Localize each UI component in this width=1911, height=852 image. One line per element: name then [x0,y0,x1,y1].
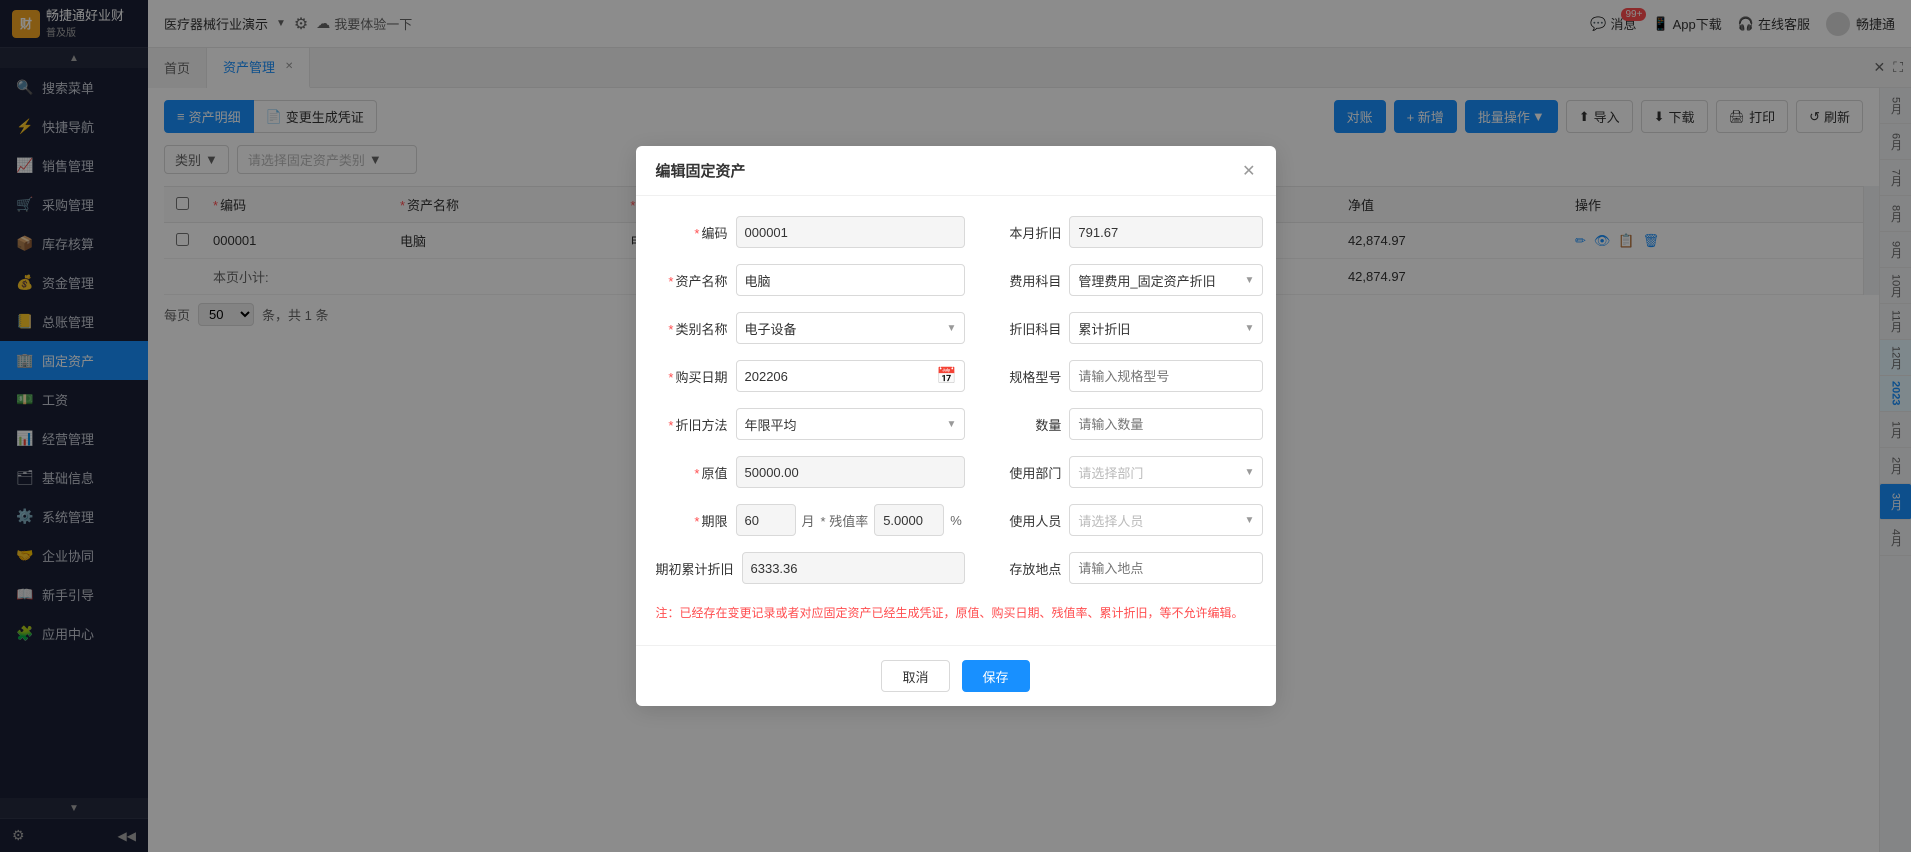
original-value-input[interactable] [736,456,966,488]
dep-account-select[interactable]: 累计折旧 ▼ [1069,312,1263,344]
dep-method-arrow: ▼ [947,419,957,430]
quantity-label: 数量 [989,415,1061,434]
form-item-initial-dep: 期初累计折旧 [656,552,966,584]
form-item-original-value: *原值 [656,456,966,488]
salvage-rate-star: * 残值率 [821,511,869,530]
modal-title: 编辑固定资产 [656,160,746,181]
form-item-period: *期限 月 * 残值率 % [656,504,966,536]
form-item-name: *资产名称 [656,264,966,296]
user-label: 使用人员 [989,511,1061,530]
period-unit-label: 月 [802,511,815,530]
dep-account-arrow: ▼ [1245,323,1255,334]
monthly-dep-label: 本月折旧 [989,223,1061,242]
initial-dep-input[interactable] [742,552,966,584]
form-item-dep-method: *折旧方法 年限平均 ▼ [656,408,966,440]
purchase-date-input[interactable] [737,369,929,384]
form-item-monthly-dep: 本月折旧 [989,216,1263,248]
department-label: 使用部门 [989,463,1061,482]
category-label: *类别名称 [656,319,728,338]
original-value-label: *原值 [656,463,728,482]
edit-fixed-asset-modal: 编辑固定资产 ✕ *编码 本月折旧 [636,146,1276,706]
department-arrow: ▼ [1245,467,1255,478]
form-grid: *编码 本月折旧 *资产名称 费用科 [656,216,1256,625]
form-item-spec: 规格型号 [989,360,1263,392]
initial-dep-label: 期初累计折旧 [656,559,734,578]
cancel-button[interactable]: 取消 [881,660,949,692]
expense-account-label: 费用科目 [989,271,1061,290]
spec-input[interactable] [1069,360,1263,392]
modal-footer: 取消 保存 [636,645,1276,706]
period-inline: 月 * 残值率 % [736,504,966,536]
period-label: *期限 [656,511,728,530]
form-item-department: 使用部门 请选择部门 ▼ [989,456,1263,488]
dep-method-label: *折旧方法 [656,415,728,434]
form-item-code: *编码 [656,216,966,248]
salvage-rate-unit: % [950,513,962,528]
form-note: 注：已经存在变更记录或者对应固定资产已经生成凭证，原值、购买日期、残值率、累计折… [656,600,1264,625]
asset-name-label: *资产名称 [656,271,728,290]
user-arrow: ▼ [1245,515,1255,526]
salvage-rate-input[interactable] [874,504,944,536]
code-label: *编码 [656,223,728,242]
expense-account-arrow: ▼ [1245,275,1255,286]
form-item-category: *类别名称 电子设备 ▼ [656,312,966,344]
dep-account-label: 折旧科目 [989,319,1061,338]
purchase-date-label: *购买日期 [656,367,728,386]
user-select[interactable]: 请选择人员 ▼ [1069,504,1263,536]
quantity-input[interactable] [1069,408,1263,440]
spec-label: 规格型号 [989,367,1061,386]
category-select[interactable]: 电子设备 ▼ [736,312,966,344]
expense-account-select[interactable]: 管理费用_固定资产折旧 ▼ [1069,264,1263,296]
save-button[interactable]: 保存 [962,660,1030,692]
purchase-date-field[interactable]: 📅 [736,360,966,392]
location-label: 存放地点 [989,559,1061,578]
form-item-dep-account: 折旧科目 累计折旧 ▼ [989,312,1263,344]
calendar-icon[interactable]: 📅 [929,366,965,386]
modal-body: *编码 本月折旧 *资产名称 费用科 [636,196,1276,645]
form-item-purchase-date: *购买日期 📅 [656,360,966,392]
location-input[interactable] [1069,552,1263,584]
monthly-dep-input [1069,216,1263,248]
form-item-quantity: 数量 [989,408,1263,440]
form-item-location: 存放地点 [989,552,1263,584]
period-input[interactable] [736,504,796,536]
department-select[interactable]: 请选择部门 ▼ [1069,456,1263,488]
form-item-expense-account: 费用科目 管理费用_固定资产折旧 ▼ [989,264,1263,296]
asset-name-input[interactable] [736,264,966,296]
modal-overlay: 编辑固定资产 ✕ *编码 本月折旧 [0,0,1911,852]
category-arrow: ▼ [947,323,957,334]
modal-close-icon[interactable]: ✕ [1242,161,1255,181]
code-input[interactable] [736,216,966,248]
form-item-user: 使用人员 请选择人员 ▼ [989,504,1263,536]
modal-header: 编辑固定资产 ✕ [636,146,1276,196]
dep-method-select[interactable]: 年限平均 ▼ [736,408,966,440]
